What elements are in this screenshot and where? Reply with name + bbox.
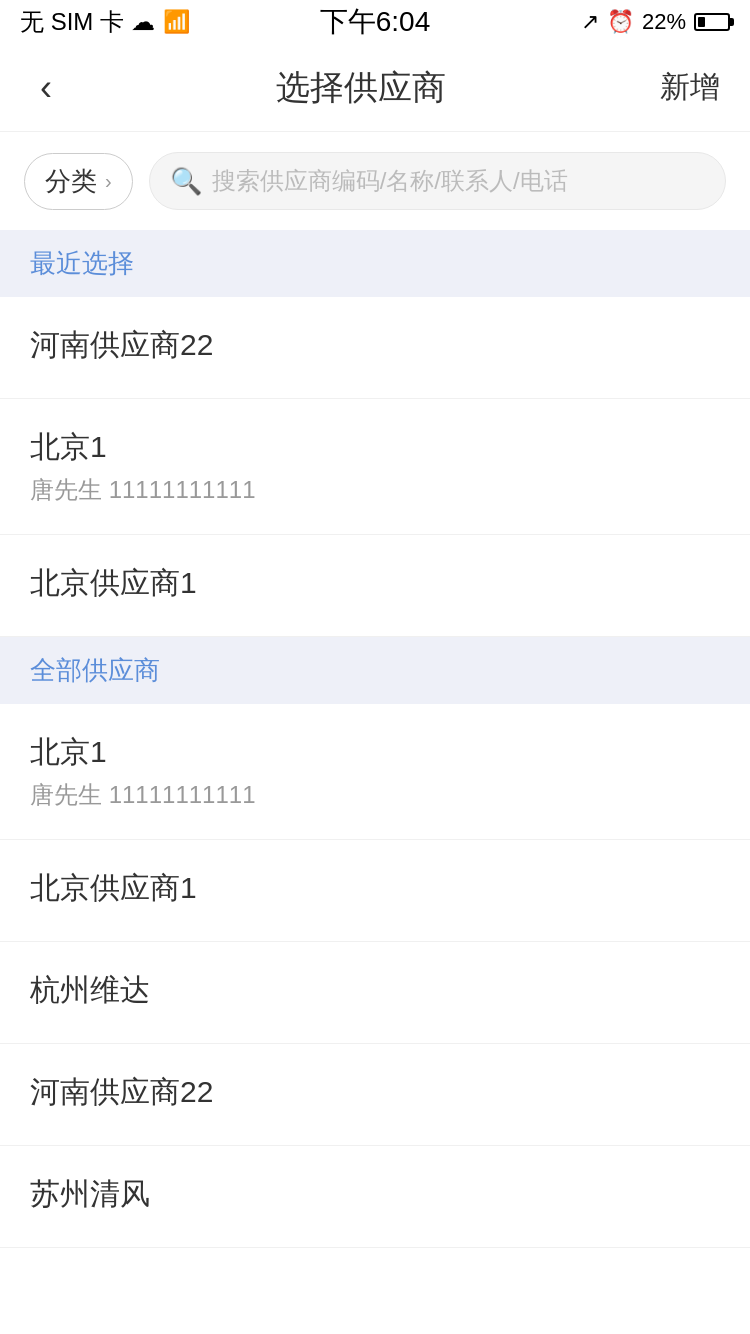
filter-bar: 分类 › 🔍 搜索供应商编码/名称/联系人/电话 xyxy=(0,132,750,230)
category-arrow-icon: › xyxy=(105,170,112,193)
status-time: 下午6:04 xyxy=(320,3,431,41)
item-name: 河南供应商22 xyxy=(30,325,720,366)
category-button[interactable]: 分类 › xyxy=(24,153,133,210)
back-button[interactable]: ‹ xyxy=(30,57,62,119)
list-item[interactable]: 北京1 唐先生 11111111111 xyxy=(0,399,750,535)
battery-fill xyxy=(698,17,705,27)
nav-bar: ‹ 选择供应商 新增 xyxy=(0,44,750,132)
item-subtitle: 唐先生 11111111111 xyxy=(30,779,720,811)
item-name: 北京供应商1 xyxy=(30,868,720,909)
search-box[interactable]: 🔍 搜索供应商编码/名称/联系人/电话 xyxy=(149,152,726,210)
list-item[interactable]: 北京供应商1 xyxy=(0,535,750,637)
wifi-icon: 📶 xyxy=(163,9,190,35)
search-placeholder: 搜索供应商编码/名称/联系人/电话 xyxy=(212,165,568,197)
status-right: ↗ ⏰ 22% xyxy=(581,9,730,35)
sim-text: 无 SIM 卡 ☁ xyxy=(20,6,155,38)
search-icon: 🔍 xyxy=(170,166,202,197)
item-name: 河南供应商22 xyxy=(30,1072,720,1113)
item-name: 北京1 xyxy=(30,732,720,773)
list-item[interactable]: 北京供应商1 xyxy=(0,840,750,942)
list-item[interactable]: 苏州清风 xyxy=(0,1146,750,1248)
list-item[interactable]: 北京1 唐先生 11111111111 xyxy=(0,704,750,840)
status-bar: 无 SIM 卡 ☁ 📶 下午6:04 ↗ ⏰ 22% xyxy=(0,0,750,44)
list-item[interactable]: 杭州维达 xyxy=(0,942,750,1044)
alarm-icon: ⏰ xyxy=(607,9,634,35)
page-title: 选择供应商 xyxy=(276,65,446,111)
item-name: 苏州清风 xyxy=(30,1174,720,1215)
item-name: 杭州维达 xyxy=(30,970,720,1011)
battery-bar xyxy=(694,13,730,31)
section-header-all: 全部供应商 xyxy=(0,637,750,704)
item-subtitle: 唐先生 11111111111 xyxy=(30,474,720,506)
location-icon: ↗ xyxy=(581,9,599,35)
add-button[interactable]: 新增 xyxy=(660,67,720,108)
item-name: 北京1 xyxy=(30,427,720,468)
status-left: 无 SIM 卡 ☁ 📶 xyxy=(20,6,190,38)
category-label: 分类 xyxy=(45,164,97,199)
section-header-recent: 最近选择 xyxy=(0,230,750,297)
battery-text: 22% xyxy=(642,9,686,35)
item-name: 北京供应商1 xyxy=(30,563,720,604)
list-item[interactable]: 河南供应商22 xyxy=(0,1044,750,1146)
supplier-list: 最近选择河南供应商22 北京1 唐先生 11111111111 北京供应商1 全部供应商… xyxy=(0,230,750,1248)
list-item[interactable]: 河南供应商22 xyxy=(0,297,750,399)
